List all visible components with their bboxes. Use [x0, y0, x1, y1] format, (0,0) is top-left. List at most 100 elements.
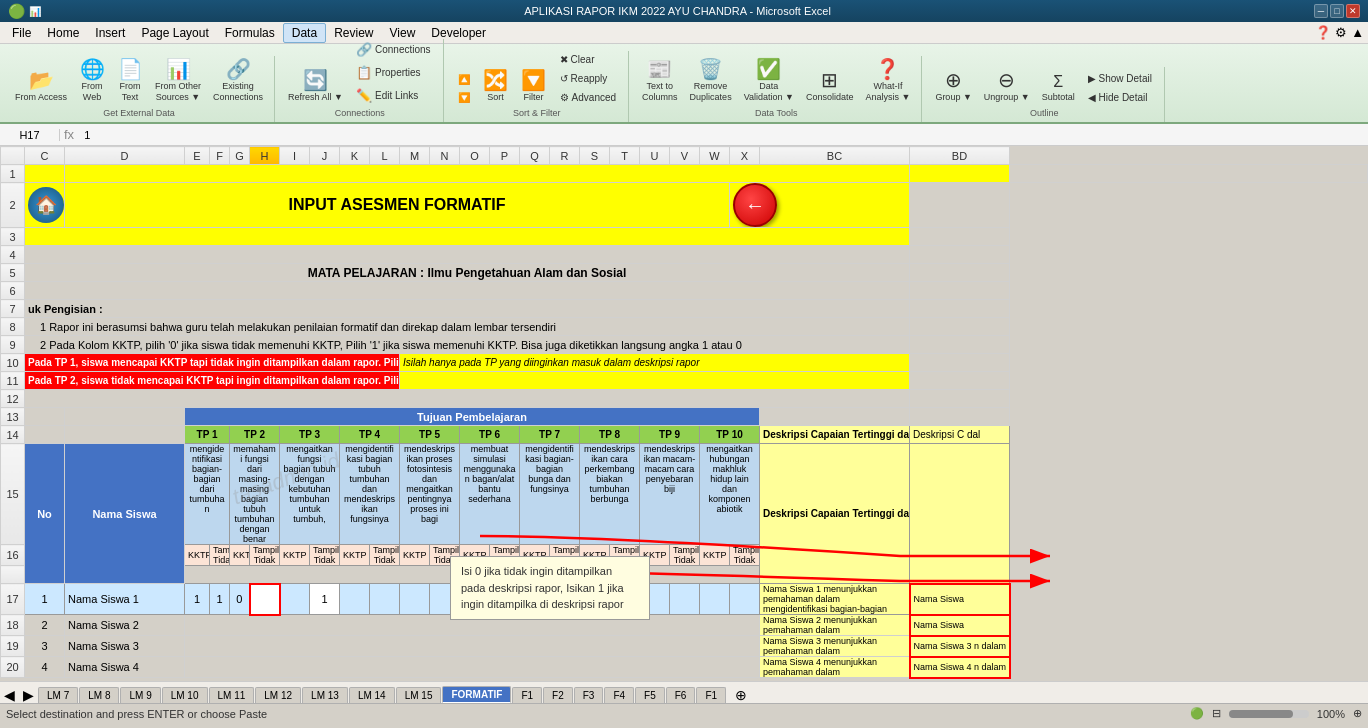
s3-name[interactable]: Nama Siswa 3 — [65, 636, 185, 657]
reapply-btn[interactable]: ↺ Reapply — [554, 70, 622, 87]
col-e[interactable]: E — [185, 147, 210, 165]
tab-f4[interactable]: F4 — [604, 687, 634, 703]
advanced-btn[interactable]: ⚙ Advanced — [554, 89, 622, 106]
tab-scroll-left[interactable]: ◀ — [0, 687, 19, 703]
col-g[interactable]: G — [230, 147, 250, 165]
formula-input[interactable]: 1 — [78, 129, 1368, 141]
s4-name[interactable]: Nama Siswa 4 — [65, 657, 185, 678]
s4-desc2[interactable]: Nama Siswa 4 n dalam — [910, 657, 1010, 678]
col-r[interactable]: R — [550, 147, 580, 165]
edit-links-btn[interactable]: ✏️Edit Links — [350, 85, 437, 106]
s1-c21[interactable] — [700, 584, 730, 615]
tab-f3[interactable]: F3 — [574, 687, 604, 703]
s1-desc2[interactable]: Nama Siswa — [910, 584, 1010, 615]
col-t[interactable]: T — [610, 147, 640, 165]
zoom-slider[interactable] — [1229, 710, 1309, 718]
refresh-all-btn[interactable]: 🔄 Refresh All ▼ — [283, 67, 348, 106]
close-btn[interactable]: ✕ — [1346, 4, 1360, 18]
tab-f6[interactable]: F6 — [666, 687, 696, 703]
menu-insert[interactable]: Insert — [87, 24, 133, 42]
s3-desc[interactable]: Nama Siswa 3 menunjukkan pemahaman dalam — [760, 636, 910, 657]
col-n[interactable]: N — [430, 147, 460, 165]
minimize-ribbon-icon[interactable]: ▲ — [1351, 25, 1364, 40]
s1-kktp1[interactable]: 1 — [185, 584, 210, 615]
s1-name[interactable]: Nama Siswa 1 — [65, 584, 185, 615]
consolidate-btn[interactable]: ⊞ Consolidate — [801, 67, 859, 106]
menu-page-layout[interactable]: Page Layout — [133, 24, 216, 42]
tab-f5[interactable]: F5 — [635, 687, 665, 703]
s1-desc[interactable]: Nama Siswa 1 menunjukkan pemahaman dalam… — [760, 584, 910, 615]
s2-desc2[interactable]: Nama Siswa — [910, 615, 1010, 636]
s4-no[interactable]: 4 — [25, 657, 65, 678]
from-access-btn[interactable]: 📂 From Access — [10, 67, 72, 106]
s4-desc[interactable]: Nama Siswa 4 menunjukkan pemahaman dalam — [760, 657, 910, 678]
col-w[interactable]: W — [700, 147, 730, 165]
cell-reference[interactable]: H17 — [0, 129, 60, 141]
col-c[interactable]: C — [25, 147, 65, 165]
tab-lm11[interactable]: LM 11 — [209, 687, 255, 703]
col-d[interactable]: D — [65, 147, 185, 165]
cell-d1[interactable] — [65, 165, 910, 183]
help-icon[interactable]: ❓ — [1315, 25, 1331, 40]
tab-lm15[interactable]: LM 15 — [396, 687, 442, 703]
s3-no[interactable]: 3 — [25, 636, 65, 657]
tab-lm9[interactable]: LM 9 — [120, 687, 160, 703]
tab-lm7[interactable]: LM 7 — [38, 687, 78, 703]
tab-lm10[interactable]: LM 10 — [162, 687, 208, 703]
s1-c20[interactable] — [670, 584, 700, 615]
sort-btn[interactable]: 🔀 Sort — [478, 67, 514, 106]
what-if-btn[interactable]: ❓ What-IfAnalysis ▼ — [860, 56, 915, 106]
s1-c22[interactable] — [730, 584, 760, 615]
tab-lm14[interactable]: LM 14 — [349, 687, 395, 703]
from-web-btn[interactable]: 🌐 FromWeb — [74, 56, 110, 106]
col-v[interactable]: V — [670, 147, 700, 165]
tab-f1[interactable]: F1 — [512, 687, 542, 703]
col-u[interactable]: U — [640, 147, 670, 165]
col-l[interactable]: L — [370, 147, 400, 165]
settings-icon[interactable]: ⚙ — [1335, 25, 1347, 40]
s2-no[interactable]: 2 — [25, 615, 65, 636]
menu-home[interactable]: Home — [39, 24, 87, 42]
col-o[interactable]: O — [460, 147, 490, 165]
s1-tampil2-selected[interactable] — [250, 584, 280, 615]
s1-kktp2[interactable]: 0 — [230, 584, 250, 615]
properties-btn[interactable]: 📋Properties — [350, 62, 437, 83]
s1-tampil3[interactable]: 1 — [310, 584, 340, 615]
minimize-btn[interactable]: ─ — [1314, 4, 1328, 18]
s2-desc[interactable]: Nama Siswa 2 menunjukkan pemahaman dalam — [760, 615, 910, 636]
cell-bc1[interactable] — [910, 165, 1010, 183]
tab-scroll-right[interactable]: ▶ — [19, 687, 38, 703]
col-f[interactable]: F — [210, 147, 230, 165]
s1-c11[interactable] — [400, 584, 430, 615]
s1-no[interactable]: 1 — [25, 584, 65, 615]
sort-za-btn[interactable]: 🔽 — [452, 89, 476, 106]
col-bd[interactable]: BD — [910, 147, 1010, 165]
back-button[interactable]: ← — [733, 183, 777, 227]
col-h[interactable]: H — [250, 147, 280, 165]
cell-c1[interactable] — [25, 165, 65, 183]
connections-btn[interactable]: 🔗Connections — [350, 39, 437, 60]
show-detail-btn[interactable]: ▶ Show Detail — [1082, 70, 1158, 87]
back-btn-cell[interactable]: ← — [730, 183, 910, 228]
hide-detail-btn[interactable]: ◀ Hide Detail — [1082, 89, 1158, 106]
s2-name[interactable]: Nama Siswa 2 — [65, 615, 185, 636]
col-k[interactable]: K — [340, 147, 370, 165]
sort-az-btn[interactable]: 🔼 — [452, 71, 476, 88]
from-text-btn[interactable]: 📄 FromText — [112, 56, 148, 106]
col-x[interactable]: X — [730, 147, 760, 165]
menu-formulas[interactable]: Formulas — [217, 24, 283, 42]
data-validation-btn[interactable]: ✅ DataValidation ▼ — [739, 56, 799, 106]
col-j[interactable]: J — [310, 147, 340, 165]
col-i[interactable]: I — [280, 147, 310, 165]
s1-tampil1[interactable]: 1 — [210, 584, 230, 615]
maximize-btn[interactable]: □ — [1330, 4, 1344, 18]
from-other-sources-btn[interactable]: 📊 From OtherSources ▼ — [150, 56, 206, 106]
col-p[interactable]: P — [490, 147, 520, 165]
clear-btn[interactable]: ✖ Clear — [554, 51, 622, 68]
filter-btn[interactable]: 🔽 Filter — [516, 67, 552, 106]
col-m[interactable]: M — [400, 147, 430, 165]
zoom-in-icon[interactable]: ⊕ — [1353, 707, 1362, 720]
tab-lm12[interactable]: LM 12 — [255, 687, 301, 703]
new-sheet-btn[interactable]: ⊕ — [731, 687, 751, 703]
tab-f1b[interactable]: F1 — [696, 687, 726, 703]
